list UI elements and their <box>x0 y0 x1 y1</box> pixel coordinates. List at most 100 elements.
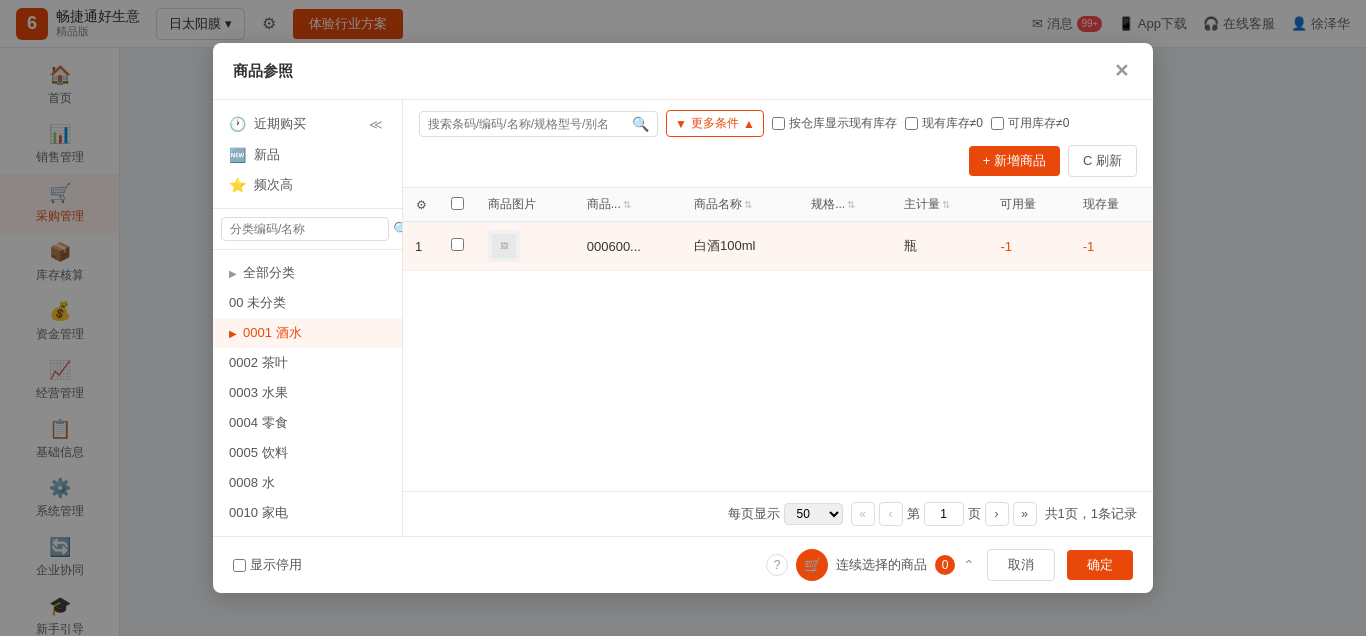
th-img: 商品图片 <box>476 188 575 222</box>
check-usable-text: 可用库存≠0 <box>1008 115 1069 132</box>
first-page-button[interactable]: « <box>851 502 875 526</box>
cat-label-0005: 0005 饮料 <box>229 444 288 462</box>
td-name: 白酒100ml <box>682 222 799 271</box>
search-button[interactable]: 🔍 <box>632 116 649 132</box>
product-modal: 商品参照 ✕ 🕐 近期购买 ≪ 🆕 新品 ⭐ <box>213 43 1153 593</box>
new-label: 新品 <box>254 146 280 164</box>
category-search-box: 🔍 <box>213 209 402 250</box>
product-table-area: ⚙ 商品图片 商品...⇅ 商品名称⇅ 规格...⇅ 主计量⇅ 可用量 现存量 <box>403 188 1153 491</box>
check-stock-text: 按仓库显示现有库存 <box>789 115 897 132</box>
modal-title: 商品参照 <box>233 62 293 81</box>
collapse-arrow[interactable]: ⌃ <box>963 557 975 573</box>
selected-count: 0 <box>935 555 955 575</box>
cancel-button[interactable]: 取消 <box>987 549 1055 581</box>
left-panel: 🕐 近期购买 ≪ 🆕 新品 ⭐ 频次高 🔍 <box>213 100 403 536</box>
show-disabled-label[interactable]: 显示停用 <box>233 556 302 574</box>
refresh-button[interactable]: C 刷新 <box>1068 145 1137 177</box>
cat-00[interactable]: 00 未分类 <box>213 288 402 318</box>
cat-label-0001: 0001 酒水 <box>243 324 302 342</box>
product-search-box: 🔍 <box>419 111 658 137</box>
product-search-input[interactable] <box>428 117 628 131</box>
total-info: 共1页，1条记录 <box>1045 505 1137 523</box>
th-spec[interactable]: 规格...⇅ <box>799 188 892 222</box>
collapse-icon[interactable]: ≪ <box>366 114 386 134</box>
modal-header: 商品参照 ✕ <box>213 43 1153 100</box>
confirm-button[interactable]: 确定 <box>1067 550 1133 580</box>
modal-overlay: 商品参照 ✕ 🕐 近期购买 ≪ 🆕 新品 ⭐ <box>0 0 1366 636</box>
search-icon[interactable]: 🔍 <box>393 221 403 237</box>
check-stock-label[interactable]: 按仓库显示现有库存 <box>772 115 897 132</box>
cat-label-00: 00 未分类 <box>229 294 286 312</box>
cat-label-0003: 0003 水果 <box>229 384 288 402</box>
td-stock: -1 <box>1071 222 1153 271</box>
cat-arrow-0001: ▶ <box>229 328 237 339</box>
td-unit: 瓶 <box>892 222 988 271</box>
cat-0002[interactable]: 0002 茶叶 <box>213 348 402 378</box>
cat-0004[interactable]: 0004 零食 <box>213 408 402 438</box>
prev-page-button[interactable]: ‹ <box>879 502 903 526</box>
th-checkbox[interactable] <box>439 188 476 222</box>
new-icon: 🆕 <box>229 147 246 163</box>
check-usable-label[interactable]: 可用库存≠0 <box>991 115 1069 132</box>
page-label: 第 <box>907 505 920 523</box>
nav-new[interactable]: 🆕 新品 <box>221 140 394 170</box>
cart-icon[interactable]: 🛒 <box>796 549 828 581</box>
cat-0003[interactable]: 0003 水果 <box>213 378 402 408</box>
th-usable: 可用量 <box>988 188 1070 222</box>
continuous-label: 连续选择的商品 <box>836 556 927 574</box>
page-size-group: 每页显示 50 20 100 <box>728 503 843 525</box>
cat-0001[interactable]: ▶ 0001 酒水 <box>213 318 402 348</box>
row-checkbox[interactable] <box>451 238 464 251</box>
footer-middle: ? 🛒 连续选择的商品 0 ⌃ <box>766 549 975 581</box>
th-settings[interactable]: ⚙ <box>403 188 439 222</box>
modal-body: 🕐 近期购买 ≪ 🆕 新品 ⭐ 频次高 🔍 <box>213 100 1153 536</box>
show-disabled-checkbox[interactable] <box>233 559 246 572</box>
page-input[interactable] <box>924 502 964 526</box>
nav-frequent[interactable]: ⭐ 频次高 <box>221 170 394 200</box>
product-table: ⚙ 商品图片 商品...⇅ 商品名称⇅ 规格...⇅ 主计量⇅ 可用量 现存量 <box>403 188 1153 271</box>
th-code[interactable]: 商品...⇅ <box>575 188 682 222</box>
check-avail-input[interactable] <box>905 117 918 130</box>
page-unit: 页 <box>968 505 981 523</box>
page-nav: « ‹ 第 页 › » <box>851 502 1037 526</box>
category-search-input[interactable] <box>221 217 389 241</box>
cat-all[interactable]: ▶ 全部分类 <box>213 258 402 288</box>
check-usable-input[interactable] <box>991 117 1004 130</box>
td-spec <box>799 222 892 271</box>
table-row[interactable]: 1 🖼 000600... 白酒100ml 瓶 <box>403 222 1153 271</box>
cat-0005[interactable]: 0005 饮料 <box>213 438 402 468</box>
th-name[interactable]: 商品名称⇅ <box>682 188 799 222</box>
cat-0010[interactable]: 0010 家电 <box>213 498 402 528</box>
right-panel: 🔍 ▼ 更多条件 ▲ 按仓库显示现有库存 现有库存≠0 <box>403 100 1153 536</box>
recent-icon: 🕐 <box>229 116 246 132</box>
filter-icon: ▼ <box>675 117 687 131</box>
page-size-select[interactable]: 50 20 100 <box>784 503 843 525</box>
check-avail-label[interactable]: 现有库存≠0 <box>905 115 983 132</box>
td-index: 1 <box>403 222 439 271</box>
check-avail-text: 现有库存≠0 <box>922 115 983 132</box>
th-stock: 现存量 <box>1071 188 1153 222</box>
cat-arrow-all: ▶ <box>229 268 237 279</box>
close-button[interactable]: ✕ <box>1109 59 1133 83</box>
check-stock-input[interactable] <box>772 117 785 130</box>
next-page-button[interactable]: › <box>985 502 1009 526</box>
td-code: 000600... <box>575 222 682 271</box>
recent-label: 近期购买 <box>254 115 306 133</box>
left-panel-nav: 🕐 近期购买 ≪ 🆕 新品 ⭐ 频次高 <box>213 100 402 209</box>
td-checkbox[interactable] <box>439 222 476 271</box>
table-header: ⚙ 商品图片 商品...⇅ 商品名称⇅ 规格...⇅ 主计量⇅ 可用量 现存量 <box>403 188 1153 222</box>
toolbar-right: + 新增商品 C 刷新 <box>969 145 1137 177</box>
last-page-button[interactable]: » <box>1013 502 1037 526</box>
help-icon[interactable]: ? <box>766 554 788 576</box>
select-all-checkbox[interactable] <box>451 197 464 210</box>
th-unit[interactable]: 主计量⇅ <box>892 188 988 222</box>
frequent-icon: ⭐ <box>229 177 246 193</box>
filter-button[interactable]: ▼ 更多条件 ▲ <box>666 110 764 137</box>
pagination: 每页显示 50 20 100 « ‹ 第 页 › <box>403 491 1153 536</box>
add-product-button[interactable]: + 新增商品 <box>969 146 1060 176</box>
toolbar: 🔍 ▼ 更多条件 ▲ 按仓库显示现有库存 现有库存≠0 <box>403 100 1153 188</box>
cat-0008[interactable]: 0008 水 <box>213 468 402 498</box>
nav-recent[interactable]: 🕐 近期购买 ≪ <box>221 108 394 140</box>
cat-label-0004: 0004 零食 <box>229 414 288 432</box>
page-size-label: 每页显示 <box>728 505 780 523</box>
